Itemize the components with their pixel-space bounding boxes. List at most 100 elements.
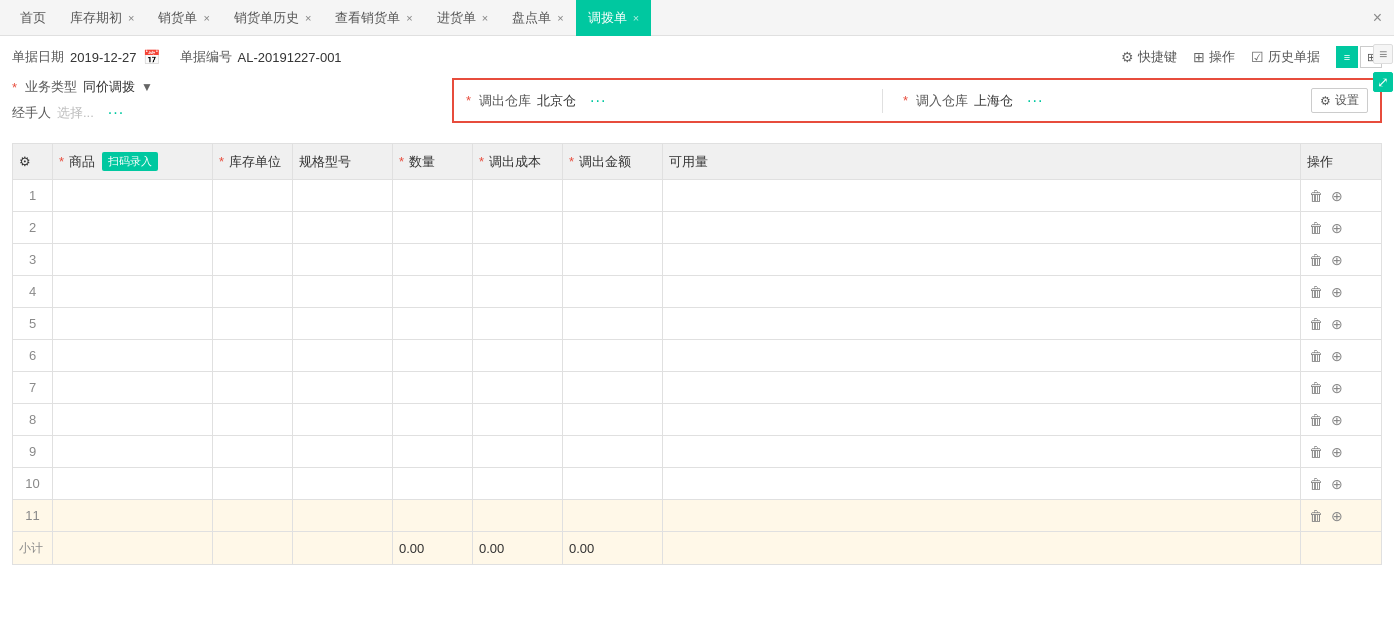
- subtotal-label-cell: 小计: [13, 532, 53, 564]
- warehouse-box: * 调出仓库 北京仓 ··· * 调入仓库 上海仓 ··· ⚙ 设置: [452, 78, 1382, 133]
- tab-inventory-count[interactable]: 盘点单 ×: [500, 0, 575, 36]
- copy-icon-10[interactable]: ⊕: [1331, 476, 1343, 492]
- tab-view-sales[interactable]: 查看销货单 ×: [323, 0, 424, 36]
- shortcuts-action[interactable]: ⚙ 快捷键: [1121, 48, 1177, 66]
- row-5-product[interactable]: [53, 308, 213, 339]
- close-view-sales[interactable]: ×: [406, 12, 412, 24]
- tab-sales-order[interactable]: 销货单 ×: [146, 0, 221, 36]
- warehouse-separator: [882, 89, 883, 113]
- row-1-qty: [393, 180, 473, 211]
- close-sales-order[interactable]: ×: [203, 12, 209, 24]
- copy-icon-6[interactable]: ⊕: [1331, 348, 1343, 364]
- delete-icon-10[interactable]: 🗑: [1309, 476, 1323, 492]
- close-transfer-order[interactable]: ×: [633, 12, 639, 24]
- copy-icon-8[interactable]: ⊕: [1331, 412, 1343, 428]
- row-10-qty: [393, 468, 473, 499]
- row-num-6: 6: [13, 340, 53, 371]
- row-10-product[interactable]: [53, 468, 213, 499]
- tab-bar: 首页 库存期初 × 销货单 × 销货单历史 × 查看销货单 × 进货单 × 盘点…: [0, 0, 1394, 36]
- warehouse-in-dots-button[interactable]: ···: [1027, 92, 1043, 110]
- delete-icon-9[interactable]: 🗑: [1309, 444, 1323, 460]
- row-9-qty: [393, 436, 473, 467]
- row-2-product[interactable]: [53, 212, 213, 243]
- row-1-product[interactable]: [53, 180, 213, 211]
- row-3-product[interactable]: [53, 244, 213, 275]
- warehouse-out-dots-button[interactable]: ···: [590, 92, 606, 110]
- grid-btn-list[interactable]: ≡: [1336, 46, 1358, 68]
- delete-icon-6[interactable]: 🗑: [1309, 348, 1323, 364]
- sidebar-expand-icon[interactable]: ⤢: [1373, 72, 1393, 92]
- delete-icon-5[interactable]: 🗑: [1309, 316, 1323, 332]
- calendar-icon[interactable]: 📅: [143, 49, 160, 65]
- tab-transfer-order[interactable]: 调拨单 ×: [576, 0, 651, 36]
- row-9-spec: [293, 436, 393, 467]
- row-num-10: 10: [13, 468, 53, 499]
- delete-icon-7[interactable]: 🗑: [1309, 380, 1323, 396]
- settings-button[interactable]: ⚙ 设置: [1311, 88, 1368, 113]
- sidebar-list-icon[interactable]: ≡: [1373, 44, 1393, 64]
- tab-purchase-order[interactable]: 进货单 ×: [425, 0, 500, 36]
- th-gear[interactable]: ⚙: [13, 144, 53, 179]
- handler-placeholder[interactable]: 选择...: [57, 104, 94, 122]
- row-9-unit: [213, 436, 293, 467]
- row-6-spec: [293, 340, 393, 371]
- row-3-ops: 🗑 ⊕: [1301, 244, 1381, 275]
- row-5-spec: [293, 308, 393, 339]
- row-1-unit: [213, 180, 293, 211]
- main-content: 单据日期 2019-12-27 📅 单据编号 AL-20191227-001 ⚙…: [0, 36, 1394, 575]
- tab-home[interactable]: 首页: [8, 0, 58, 36]
- row-9-product[interactable]: [53, 436, 213, 467]
- row-2-available: [663, 212, 1301, 243]
- row-10-cost: [473, 468, 563, 499]
- subtotal-empty-spec: [293, 532, 393, 564]
- gear-icon[interactable]: ⚙: [19, 154, 31, 169]
- history-action[interactable]: ☑ 历史单据: [1251, 48, 1320, 66]
- tab-sales-history[interactable]: 销货单历史 ×: [222, 0, 323, 36]
- handler-dots-button[interactable]: ···: [108, 104, 124, 122]
- scan-button[interactable]: 扫码录入: [102, 152, 158, 171]
- table-row: 5 🗑 ⊕: [13, 308, 1381, 340]
- delete-icon-1[interactable]: 🗑: [1309, 188, 1323, 204]
- delete-icon-2[interactable]: 🗑: [1309, 220, 1323, 236]
- table-row: 3 🗑 ⊕: [13, 244, 1381, 276]
- row-num-1: 1: [13, 180, 53, 211]
- copy-icon-4[interactable]: ⊕: [1331, 284, 1343, 300]
- business-type-dropdown[interactable]: 同价调拨 ▼: [83, 78, 153, 96]
- delete-icon-3[interactable]: 🗑: [1309, 252, 1323, 268]
- row-6-product[interactable]: [53, 340, 213, 371]
- delete-icon-4[interactable]: 🗑: [1309, 284, 1323, 300]
- row-7-qty: [393, 372, 473, 403]
- delete-icon-11[interactable]: 🗑: [1309, 508, 1323, 524]
- close-purchase-order[interactable]: ×: [482, 12, 488, 24]
- copy-icon-9[interactable]: ⊕: [1331, 444, 1343, 460]
- th-cost: * 调出成本: [473, 144, 563, 179]
- close-inventory-init[interactable]: ×: [128, 12, 134, 24]
- operations-action[interactable]: ⊞ 操作: [1193, 48, 1235, 66]
- copy-icon-3[interactable]: ⊕: [1331, 252, 1343, 268]
- row-7-available: [663, 372, 1301, 403]
- delete-icon-8[interactable]: 🗑: [1309, 412, 1323, 428]
- row-4-product[interactable]: [53, 276, 213, 307]
- copy-icon-1[interactable]: ⊕: [1331, 188, 1343, 204]
- tab-inventory-init[interactable]: 库存期初 ×: [58, 0, 146, 36]
- docnum-label: 单据编号: [180, 48, 232, 66]
- subtotal-row: 小计 0.00 0.00 0.00: [13, 532, 1381, 564]
- row-7-product[interactable]: [53, 372, 213, 403]
- warehouse-out-section: * 调出仓库 北京仓 ···: [466, 92, 862, 110]
- right-sidebar: ≡ ⤢: [1372, 36, 1394, 92]
- row-1-available: [663, 180, 1301, 211]
- close-window-icon[interactable]: ×: [1373, 9, 1382, 27]
- close-inventory-count[interactable]: ×: [557, 12, 563, 24]
- copy-icon-2[interactable]: ⊕: [1331, 220, 1343, 236]
- copy-icon-5[interactable]: ⊕: [1331, 316, 1343, 332]
- row-6-qty: [393, 340, 473, 371]
- row-8-product[interactable]: [53, 404, 213, 435]
- row-num-5: 5: [13, 308, 53, 339]
- row-num-11: 11: [13, 500, 53, 531]
- row-5-cost: [473, 308, 563, 339]
- operations-label: 操作: [1209, 48, 1235, 66]
- copy-icon-11[interactable]: ⊕: [1331, 508, 1343, 524]
- row-11-product[interactable]: [53, 500, 213, 531]
- copy-icon-7[interactable]: ⊕: [1331, 380, 1343, 396]
- close-sales-history[interactable]: ×: [305, 12, 311, 24]
